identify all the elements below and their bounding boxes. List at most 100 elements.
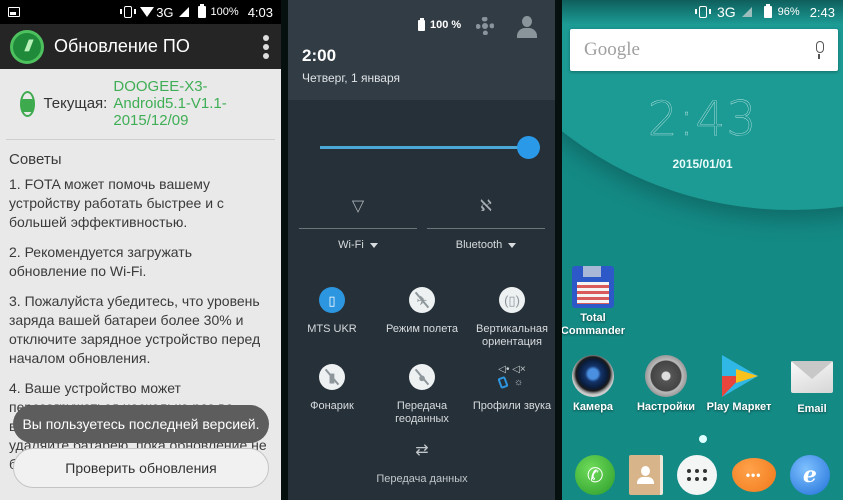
image-notification-icon bbox=[8, 7, 20, 17]
battery-status: 100 % bbox=[418, 17, 462, 31]
screen-rotation-icon: (▯) bbox=[499, 287, 525, 313]
app-label: Настройки bbox=[636, 401, 696, 413]
airplane-mode-off-icon: ✈ bbox=[409, 287, 435, 313]
status-time: 2:43 bbox=[809, 4, 835, 20]
tile-sound-profiles[interactable]: ◁• ◁× ☼ Профили звука bbox=[467, 364, 555, 413]
tile-rotation[interactable]: (▯) Вертикальная ориентация bbox=[467, 287, 555, 349]
battery-percent: 100 % bbox=[430, 19, 462, 31]
tip-item: 1. FOTA может помочь вашему устройству р… bbox=[9, 176, 224, 230]
panel-divider bbox=[281, 0, 288, 500]
page-title: Обновление ПО bbox=[54, 36, 190, 56]
camera-icon bbox=[572, 355, 614, 397]
tile-label: MTS UKR bbox=[307, 323, 357, 335]
tip-item: 2. Рекомендуется загружать обновление по… bbox=[9, 244, 192, 279]
sim-card-icon: ▯ bbox=[319, 287, 345, 313]
app-camera[interactable]: Камера bbox=[562, 355, 628, 414]
app-label: Total Commander bbox=[562, 312, 626, 337]
app-label: Email bbox=[797, 403, 827, 415]
tile-label: Передача данных bbox=[376, 473, 468, 485]
vibrate-icon bbox=[120, 6, 137, 18]
tile-label: Передача геоданных bbox=[395, 400, 449, 425]
tile-bluetooth[interactable]: ℵ Bluetooth bbox=[427, 193, 545, 251]
qs-time: 2:00 bbox=[302, 46, 337, 65]
tile-location[interactable]: ● Передача геоданных bbox=[377, 364, 467, 426]
battery-icon bbox=[763, 4, 772, 18]
vibrate-icon bbox=[694, 6, 711, 18]
network-type: 3G bbox=[156, 4, 174, 20]
brightness-slider[interactable] bbox=[320, 136, 540, 159]
network-type: 3G bbox=[716, 4, 736, 20]
app-play-store[interactable]: Play Маркет bbox=[704, 355, 774, 414]
google-search-bar[interactable]: Google bbox=[570, 29, 838, 71]
more-vert-icon[interactable] bbox=[259, 34, 273, 59]
tile-label: Профили звука bbox=[472, 400, 552, 412]
tile-label: Фонарик bbox=[310, 400, 354, 412]
tips-heading: Советы bbox=[9, 151, 62, 168]
status-bar: 3G 100% 4:03 bbox=[0, 0, 281, 24]
browser-icon[interactable]: e bbox=[789, 455, 830, 495]
qs-date: Четверг, 1 января bbox=[302, 71, 401, 85]
battery-percent: 100% bbox=[210, 6, 239, 18]
search-input[interactable]: Google bbox=[584, 39, 814, 61]
clock-widget-date: 2015/01/01 bbox=[672, 157, 733, 171]
app-settings[interactable]: Настройки bbox=[631, 355, 701, 414]
home-screen: 3G 96% 2:43 Google 2:43 2015/01/01 Total… bbox=[562, 0, 843, 500]
contacts-icon[interactable] bbox=[629, 455, 664, 495]
gear-icon[interactable] bbox=[476, 17, 494, 35]
status-bar: 3G 96% 2:43 bbox=[562, 0, 843, 24]
app-label: Play Маркет bbox=[706, 401, 772, 413]
quick-settings-panel: 100 % 2:00 Четверг, 1 января ▽ Wi-Fi ℵ B… bbox=[288, 0, 555, 500]
status-time: 4:03 bbox=[247, 4, 273, 20]
signal-icon bbox=[741, 7, 752, 17]
quick-settings-header: 100 % 2:00 Четверг, 1 января bbox=[288, 0, 555, 100]
tile-label: Режим полета bbox=[385, 323, 458, 335]
panel-divider bbox=[555, 0, 562, 500]
current-version-label: Текущая: bbox=[43, 95, 108, 112]
play-store-icon bbox=[718, 355, 760, 397]
location-off-icon: ● bbox=[409, 364, 435, 390]
settings-icon bbox=[645, 355, 687, 397]
battery-icon bbox=[197, 4, 206, 18]
current-version-value: DOOGEE-X3-Android5.1-V1.1-2015/12/09 bbox=[113, 78, 227, 129]
tile-mobile-data[interactable]: ▯ MTS UKR bbox=[288, 287, 377, 336]
check-updates-button[interactable]: Проверить обновления bbox=[13, 448, 269, 488]
fota-logo-icon: /// bbox=[10, 29, 44, 64]
layers-icon bbox=[20, 90, 36, 117]
page-indicator bbox=[699, 435, 707, 443]
total-commander-icon bbox=[572, 266, 614, 308]
signal-icon bbox=[178, 7, 189, 17]
dock: ✆ ••• e bbox=[562, 450, 843, 500]
toast-message: Вы пользуетесь последней версией. bbox=[13, 405, 269, 443]
tile-wifi[interactable]: ▽ Wi-Fi bbox=[299, 193, 417, 251]
tip-item: 3. Пожалуйста убедитесь, что уровень зар… bbox=[9, 293, 261, 366]
software-update-screen: 3G 100% 4:03 /// Обновление ПО Текущая: … bbox=[0, 0, 281, 500]
tile-label: Wi-Fi bbox=[338, 239, 364, 251]
tile-label: Вертикальная ориентация bbox=[476, 323, 548, 348]
tile-flashlight[interactable]: ▮ Фонарик bbox=[288, 364, 377, 413]
battery-percent: 96% bbox=[777, 6, 800, 18]
tile-airplane-mode[interactable]: ✈ Режим полета bbox=[377, 287, 467, 336]
brightness-slider-thumb[interactable] bbox=[517, 136, 540, 159]
flashlight-off-icon: ▮ bbox=[319, 364, 345, 390]
app-email[interactable]: Email bbox=[777, 355, 843, 416]
chevron-down-icon[interactable] bbox=[508, 242, 517, 248]
chevron-down-icon[interactable] bbox=[369, 242, 378, 248]
app-total-commander[interactable]: Total Commander bbox=[562, 266, 628, 338]
wifi-icon bbox=[140, 7, 155, 17]
app-label: Камера bbox=[572, 401, 614, 413]
messages-icon[interactable]: ••• bbox=[731, 458, 776, 492]
microphone-icon[interactable] bbox=[814, 41, 824, 59]
data-transfer-icon: ⇄ bbox=[415, 442, 429, 459]
wifi-off-icon: ▽ bbox=[351, 198, 365, 215]
phone-icon[interactable]: ✆ bbox=[575, 455, 616, 495]
tile-label: Bluetooth bbox=[455, 239, 503, 251]
bluetooth-off-icon: ℵ bbox=[480, 198, 492, 215]
tile-data-transfer[interactable]: ⇄ Передача данных bbox=[372, 442, 472, 486]
battery-icon bbox=[418, 17, 425, 31]
email-icon bbox=[791, 361, 833, 393]
user-icon[interactable] bbox=[516, 16, 538, 38]
app-drawer-icon[interactable] bbox=[677, 455, 718, 495]
clock-widget-time[interactable]: 2:43 bbox=[562, 92, 843, 147]
sound-profiles-icon: ◁• ◁× ☼ bbox=[497, 364, 526, 390]
current-version: Текущая: DOOGEE-X3-Android5.1-V1.1-2015/… bbox=[6, 69, 275, 140]
